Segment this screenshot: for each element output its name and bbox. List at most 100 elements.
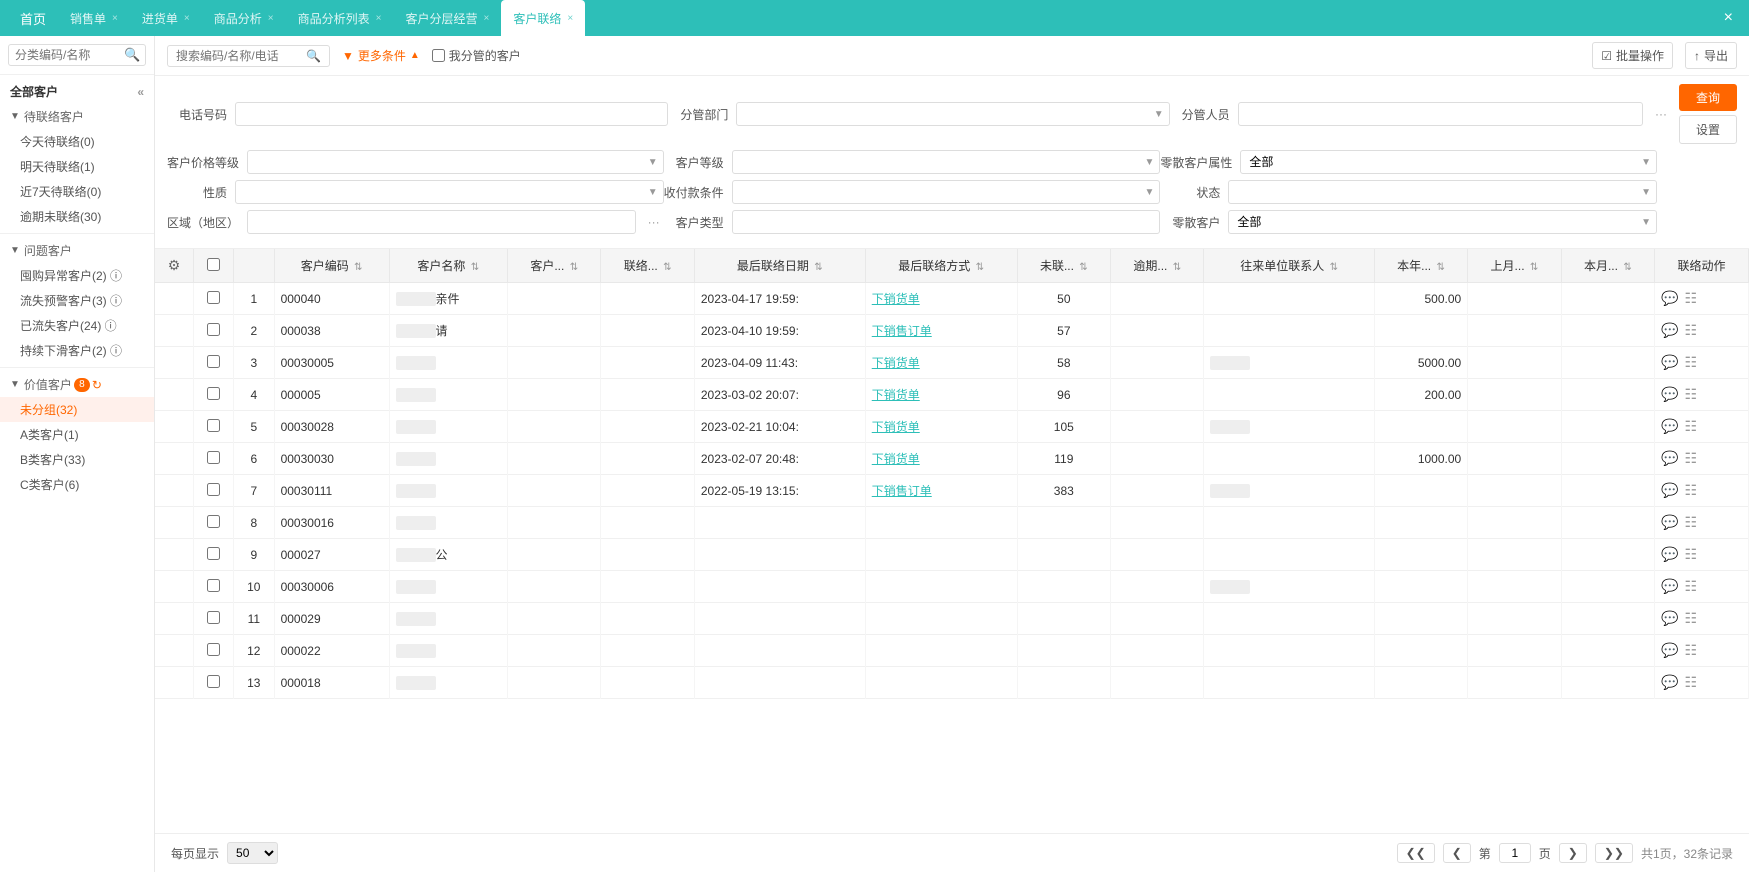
grid-icon[interactable]: ☷ [1684, 642, 1697, 659]
first-page-btn[interactable]: ❮❮ [1397, 843, 1435, 863]
sidebar-item-tomorrow[interactable]: 明天待联络(1) [0, 154, 154, 179]
collapse-sidebar-btn[interactable]: « [137, 85, 144, 99]
grid-icon[interactable]: ☷ [1684, 482, 1697, 499]
last-method-link[interactable]: 下销售订单 [872, 324, 932, 338]
customer-type-input[interactable] [732, 210, 1161, 234]
region-dots-btn[interactable]: ··· [644, 215, 664, 229]
th-last-date[interactable]: 最后联络日期 ⇅ [694, 249, 865, 283]
export-btn[interactable]: ↑ 导出 [1685, 42, 1737, 69]
sidebar-item-ungrouped[interactable]: 未分组(32) [0, 397, 154, 422]
row-checkbox[interactable] [207, 323, 220, 336]
last-method-link[interactable]: 下销货单 [872, 420, 920, 434]
grid-icon[interactable]: ☷ [1684, 578, 1697, 595]
message-icon[interactable]: 💬 [1661, 354, 1678, 371]
last-method-link[interactable]: 下销货单 [872, 388, 920, 402]
message-icon[interactable]: 💬 [1661, 290, 1678, 307]
my-customers-checkbox[interactable] [432, 49, 445, 62]
home-tab[interactable]: 首页 [8, 9, 58, 28]
row-checkbox[interactable] [207, 355, 220, 368]
message-icon[interactable]: 💬 [1661, 450, 1678, 467]
row-checkbox[interactable] [207, 547, 220, 560]
customer-level-select[interactable] [732, 150, 1161, 174]
th-code[interactable]: 客户编码 ⇅ [274, 249, 389, 283]
close-product-analysis-list-tab[interactable]: × [376, 13, 382, 24]
tab-product-analysis[interactable]: 商品分析 × [202, 0, 286, 36]
last-page-btn[interactable]: ❯❯ [1595, 843, 1633, 863]
page-input[interactable] [1499, 843, 1531, 863]
sidebar-group-pending[interactable]: ▼ 待联络客户 [0, 104, 154, 129]
grid-icon[interactable]: ☷ [1684, 290, 1697, 307]
more-conditions-btn[interactable]: ▼ 更多条件 ▲ [342, 47, 420, 64]
close-customer-contact-tab[interactable]: × [567, 13, 573, 24]
th-this-year[interactable]: 本年... ⇅ [1374, 249, 1467, 283]
sidebar-item-class-a[interactable]: A类客户(1) [0, 422, 154, 447]
close-customer-segment-tab[interactable]: × [483, 13, 489, 24]
region-input[interactable] [247, 210, 636, 234]
row-checkbox[interactable] [207, 387, 220, 400]
message-icon[interactable]: 💬 [1661, 674, 1678, 691]
search-input[interactable] [176, 49, 306, 63]
tab-sales[interactable]: 销售单 × [58, 0, 130, 36]
row-checkbox[interactable] [207, 675, 220, 688]
close-product-analysis-tab[interactable]: × [268, 13, 274, 24]
row-checkbox[interactable] [207, 451, 220, 464]
close-sales-tab[interactable]: × [112, 13, 118, 24]
last-method-link[interactable]: 下销售订单 [872, 484, 932, 498]
grid-icon[interactable]: ☷ [1684, 514, 1697, 531]
message-icon[interactable]: 💬 [1661, 578, 1678, 595]
row-checkbox[interactable] [207, 643, 220, 656]
grid-icon[interactable]: ☷ [1684, 354, 1697, 371]
next-page-btn[interactable]: ❯ [1559, 843, 1587, 863]
th-company-contact[interactable]: 往来单位联系人 ⇅ [1204, 249, 1374, 283]
price-level-select[interactable] [247, 150, 664, 174]
row-checkbox[interactable] [207, 291, 220, 304]
message-icon[interactable]: 💬 [1661, 514, 1678, 531]
message-icon[interactable]: 💬 [1661, 546, 1678, 563]
status-select[interactable] [1228, 180, 1657, 204]
prev-page-btn[interactable]: ❮ [1443, 843, 1471, 863]
batch-ops-btn[interactable]: ☑ 批量操作 [1592, 42, 1673, 69]
last-method-link[interactable]: 下销货单 [872, 356, 920, 370]
message-icon[interactable]: 💬 [1661, 642, 1678, 659]
payment-select[interactable] [732, 180, 1161, 204]
th-last-month[interactable]: 上月... ⇅ [1468, 249, 1561, 283]
scatter-select[interactable]: 全部 [1228, 210, 1657, 234]
th-this-month[interactable]: 本月... ⇅ [1561, 249, 1654, 283]
th-overdue[interactable]: 逾期... ⇅ [1111, 249, 1204, 283]
grid-icon[interactable]: ☷ [1684, 386, 1697, 403]
tab-purchase[interactable]: 进货单 × [130, 0, 202, 36]
sidebar-item-lost[interactable]: 已流失客户(24) ⓘ [0, 313, 154, 338]
row-checkbox[interactable] [207, 611, 220, 624]
row-checkbox[interactable] [207, 515, 220, 528]
sidebar-group-problem[interactable]: ▼ 问题客户 [0, 238, 154, 263]
last-method-link[interactable]: 下销货单 [872, 452, 920, 466]
grid-icon[interactable]: ☷ [1684, 610, 1697, 627]
message-icon[interactable]: 💬 [1661, 386, 1678, 403]
grid-icon[interactable]: ☷ [1684, 450, 1697, 467]
sidebar-item-class-b[interactable]: B类客户(33) [0, 447, 154, 472]
dept-select[interactable] [736, 102, 1169, 126]
th-last-method[interactable]: 最后联络方式 ⇅ [865, 249, 1017, 283]
message-icon[interactable]: 💬 [1661, 610, 1678, 627]
refresh-icon[interactable]: ↻ [92, 378, 102, 392]
scatter-attr-select[interactable]: 全部 [1240, 150, 1657, 174]
row-checkbox[interactable] [207, 483, 220, 496]
sidebar-item-churn-warning[interactable]: 流失预警客户(3) ⓘ [0, 288, 154, 313]
tab-customer-segment[interactable]: 客户分层经营 × [393, 0, 501, 36]
tab-product-analysis-list[interactable]: 商品分析列表 × [286, 0, 394, 36]
all-customers-header[interactable]: 全部客户 « [0, 75, 154, 104]
th-settings[interactable]: ⚙ [155, 249, 194, 283]
manager-dots-btn[interactable]: ··· [1651, 107, 1671, 121]
sidebar-item-overdue[interactable]: 逾期未联络(30) [0, 204, 154, 229]
close-purchase-tab[interactable]: × [184, 13, 190, 24]
phone-input[interactable] [235, 102, 668, 126]
grid-icon[interactable]: ☷ [1684, 322, 1697, 339]
message-icon[interactable]: 💬 [1661, 418, 1678, 435]
th-name[interactable]: 客户名称 ⇅ [389, 249, 507, 283]
nature-select[interactable] [235, 180, 664, 204]
page-size-select[interactable]: 50 100 [227, 842, 278, 864]
last-method-link[interactable]: 下销货单 [872, 292, 920, 306]
sidebar-item-abnormal[interactable]: 囤购异常客户(2) ⓘ [0, 263, 154, 288]
tab-customer-contact[interactable]: 客户联络 × [501, 0, 585, 36]
sidebar-item-today[interactable]: 今天待联络(0) [0, 129, 154, 154]
